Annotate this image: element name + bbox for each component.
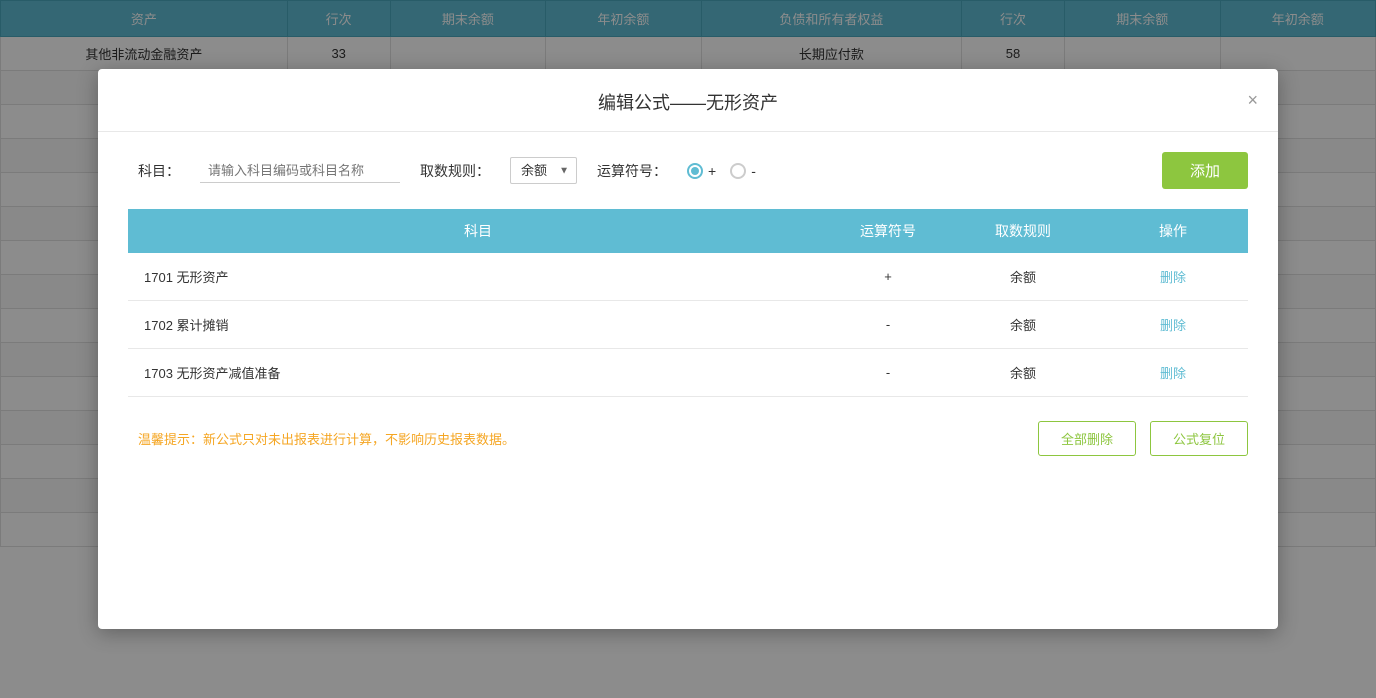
- subject-input[interactable]: [200, 159, 400, 183]
- formula-rule: 余额: [948, 349, 1098, 397]
- formula-row: 1703 无形资产减值准备-余额 删除: [128, 349, 1248, 397]
- formula-table: 科目 运算符号 取数规则 操作 1701 无形资产+余额删除1702 累计摊销-…: [128, 209, 1248, 397]
- radio-plus-circle: [687, 163, 703, 179]
- formula-subject: 1701 无形资产: [128, 253, 828, 301]
- rule-label: 取数规则：: [420, 161, 490, 181]
- modal-close-button[interactable]: ×: [1247, 91, 1258, 109]
- formula-rule: 余额: [948, 301, 1098, 349]
- add-button[interactable]: 添加: [1162, 152, 1248, 189]
- formula-operator: -: [828, 349, 948, 397]
- formula-action: 删除: [1098, 349, 1248, 397]
- radio-plus-label: +: [708, 163, 716, 179]
- rule-select[interactable]: 余额: [510, 157, 577, 184]
- modal-overlay: 编辑公式——无形资产 × 科目： 取数规则： 余额 ▼ 运算符号： +: [0, 0, 1376, 698]
- operator-label: 运算符号：: [597, 161, 667, 181]
- table-header-action: 操作: [1098, 209, 1248, 253]
- tip-text: 温馨提示：新公式只对未出报表进行计算，不影响历史报表数据。: [138, 429, 515, 448]
- modal-footer: 温馨提示：新公式只对未出报表进行计算，不影响历史报表数据。 全部删除 公式复位: [98, 397, 1278, 466]
- delete-all-button[interactable]: 全部删除: [1038, 421, 1136, 456]
- formula-subject: 1703 无形资产减值准备: [128, 349, 828, 397]
- formula-operator: +: [828, 253, 948, 301]
- formula-action: 删除: [1098, 301, 1248, 349]
- formula-operator: -: [828, 301, 948, 349]
- radio-minus-label: -: [751, 163, 756, 179]
- table-header-rule: 取数规则: [948, 209, 1098, 253]
- radio-plus[interactable]: +: [687, 163, 716, 179]
- delete-link[interactable]: 删除: [1160, 318, 1186, 333]
- rule-select-container: 余额 ▼: [510, 157, 577, 184]
- formula-row: 1702 累计摊销-余额 删除: [128, 301, 1248, 349]
- subject-label: 科目：: [138, 161, 180, 181]
- footer-buttons: 全部删除 公式复位: [1038, 421, 1248, 456]
- formula-subject: 1702 累计摊销: [128, 301, 828, 349]
- reset-button[interactable]: 公式复位: [1150, 421, 1248, 456]
- modal-header: 编辑公式——无形资产 ×: [98, 69, 1278, 132]
- operator-radio-group: + -: [687, 163, 756, 179]
- formula-rule: 余额: [948, 253, 1098, 301]
- delete-link[interactable]: 删除: [1160, 270, 1186, 285]
- data-table-wrapper: 科目 运算符号 取数规则 操作 1701 无形资产+余额删除1702 累计摊销-…: [128, 209, 1248, 397]
- modal-dialog: 编辑公式——无形资产 × 科目： 取数规则： 余额 ▼ 运算符号： +: [98, 69, 1278, 629]
- modal-title: 编辑公式——无形资产: [598, 89, 778, 115]
- radio-minus-circle: [730, 163, 746, 179]
- formula-row: 1701 无形资产+余额 删除: [128, 253, 1248, 301]
- table-header-subject: 科目: [128, 209, 828, 253]
- form-row: 科目： 取数规则： 余额 ▼ 运算符号： + -: [98, 132, 1278, 209]
- formula-action: 删除: [1098, 253, 1248, 301]
- delete-link[interactable]: 删除: [1160, 366, 1186, 381]
- radio-minus[interactable]: -: [730, 163, 756, 179]
- table-header-operator: 运算符号: [828, 209, 948, 253]
